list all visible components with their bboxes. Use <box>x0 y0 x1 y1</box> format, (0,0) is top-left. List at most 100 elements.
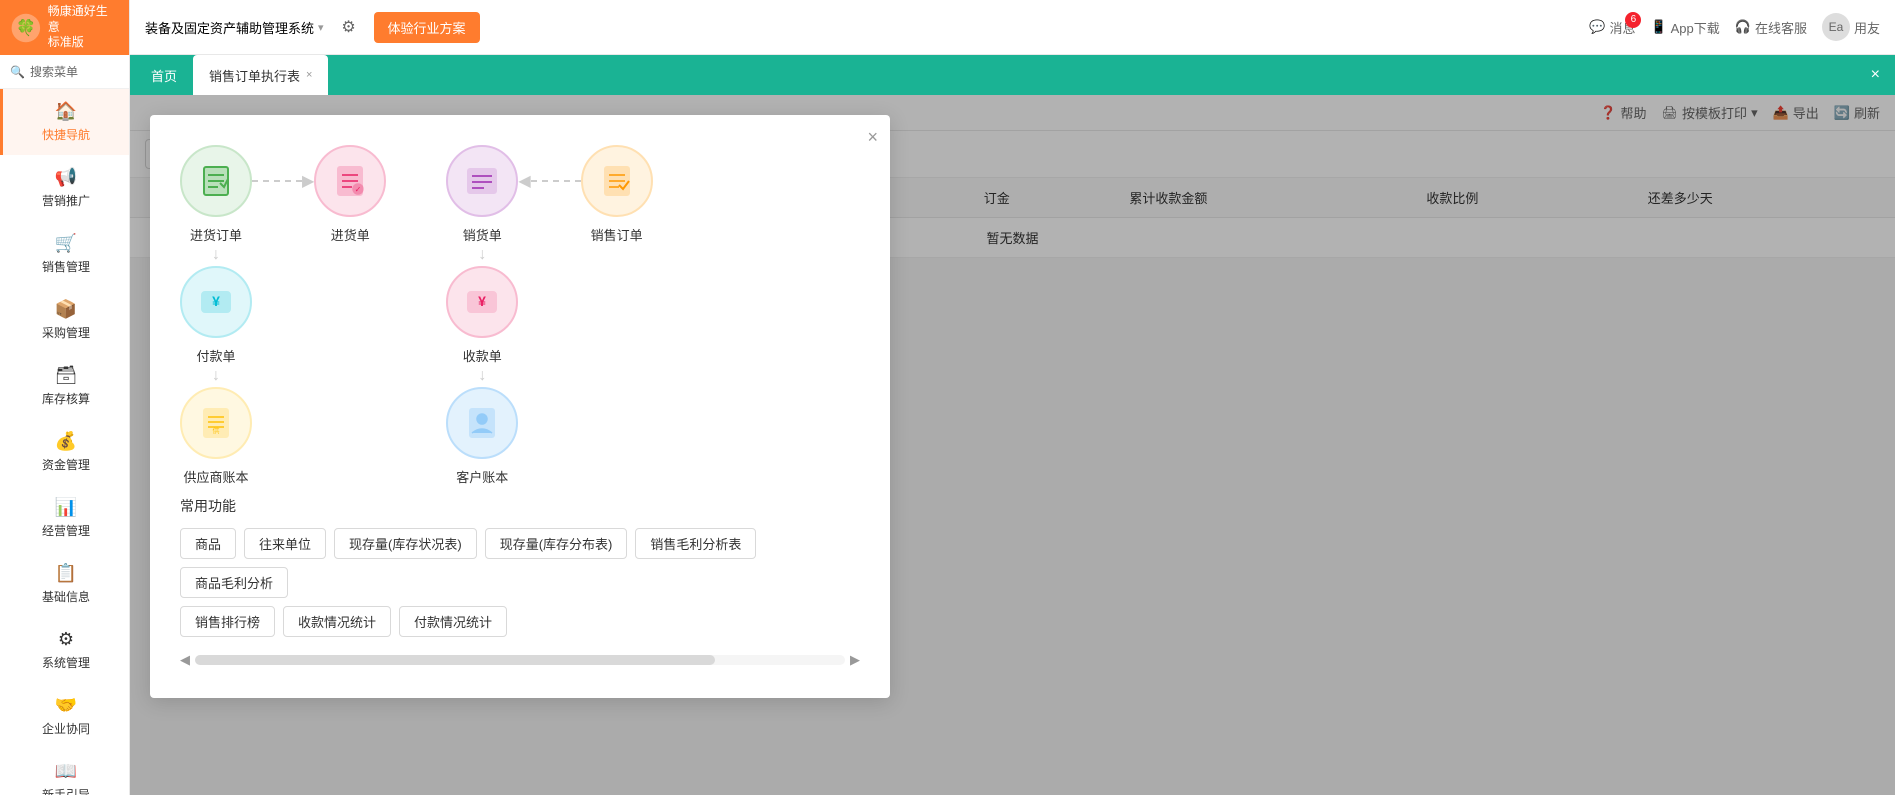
quick-nav-modal: × <box>150 115 890 698</box>
func-btn-receipt-stats[interactable]: 收款情况统计 <box>283 606 391 637</box>
arrow-down-1: ↓ <box>212 246 220 264</box>
book-icon: 📖 <box>55 761 77 782</box>
warehouse-icon: 🗃 <box>55 365 78 386</box>
flow-node-sales-bill[interactable]: 销货单 <box>446 145 518 244</box>
topbar-right: 💬 消息 6 📱 App下载 🎧 在线客服 Ea 用友 <box>1589 13 1880 41</box>
experience-btn[interactable]: 体验行业方案 <box>374 12 480 43</box>
func-btn-partner[interactable]: 往来单位 <box>244 528 326 559</box>
sidebar-item-inventory[interactable]: 🗃 库存核算 <box>0 353 129 419</box>
handshake-icon: 🤝 <box>55 695 77 716</box>
content-area: ❓ 帮助 🖨 按模板打印 ▾ 📤 导出 🔄 刷新 <box>130 95 1895 795</box>
sidebar-item-purchase[interactable]: 📦 采购管理 <box>0 287 129 353</box>
sales-order-label: 销售订单 <box>591 225 643 244</box>
func-btn-sales-margin[interactable]: 销售毛利分析表 <box>635 528 756 559</box>
gear-icon: ⚙ <box>58 629 74 650</box>
arrow-h-1: ▶ <box>252 145 314 191</box>
flow-node-receipt[interactable]: ¥ 收款单 <box>446 266 518 365</box>
sidebar-item-quick-nav[interactable]: 🏠 快捷导航 <box>0 89 129 155</box>
func-btn-product-margin[interactable]: 商品毛利分析 <box>180 567 288 598</box>
home-icon: 🏠 <box>55 101 77 122</box>
customer-icon <box>446 387 518 459</box>
svg-text:🍀: 🍀 <box>16 17 36 36</box>
logo-text: 畅康通好生意 标准版 <box>48 4 119 51</box>
dropdown-arrow-icon: ▾ <box>318 21 324 34</box>
megaphone-icon: 📢 <box>55 167 77 188</box>
money-icon: 💰 <box>55 431 77 452</box>
flow-mid-left-col: ✓ 进货单 <box>314 145 386 244</box>
search-menu[interactable]: 🔍 搜索菜单 <box>0 55 129 89</box>
common-functions: 常用功能 商品 往来单位 现存量(库存状况表) 现存量(库存分布表) 销售毛利分… <box>180 496 860 637</box>
flow-left-col: 进货订单 ↓ ¥ <box>180 145 252 486</box>
func-buttons: 商品 往来单位 现存量(库存状况表) 现存量(库存分布表) 销售毛利分析表 商品… <box>180 528 860 598</box>
sidebar: 🍀 畅康通好生意 标准版 🔍 搜索菜单 🏠 快捷导航 📢 营销推广 🛒 销售管理 <box>0 0 130 795</box>
system-title: 装备及固定资产辅助管理系统 <box>145 18 314 37</box>
purchase-bill-icon: ✓ <box>314 145 386 217</box>
flow-right-col: 销售订单 <box>581 145 653 244</box>
scrollbar-thumb[interactable] <box>195 655 715 665</box>
func-btn-sales-rank[interactable]: 销售排行榜 <box>180 606 275 637</box>
sales-bill-label: 销货单 <box>463 225 502 244</box>
chart-icon: 📊 <box>55 497 77 518</box>
sidebar-item-newbie[interactable]: 📖 新手引导 <box>0 749 129 795</box>
system-title-dropdown[interactable]: 装备及固定资产辅助管理系统 ▾ <box>145 18 324 37</box>
svg-text:¥: ¥ <box>478 293 486 309</box>
tab-home[interactable]: 首页 <box>135 55 193 95</box>
clipboard-icon: 📋 <box>55 563 77 584</box>
user-menu[interactable]: Ea 用友 <box>1822 13 1880 41</box>
sidebar-item-system[interactable]: ⚙ 系统管理 <box>0 617 129 683</box>
flow-node-sales-order[interactable]: 销售订单 <box>581 145 653 244</box>
flow-node-purchase-bill[interactable]: ✓ 进货单 <box>314 145 386 244</box>
modal-close-btn[interactable]: × <box>867 127 878 148</box>
supplier-icon: 供 <box>180 387 252 459</box>
sales-bill-icon <box>446 145 518 217</box>
modal-scrollbar-area: ◀ ▶ <box>180 652 860 668</box>
sidebar-item-enterprise[interactable]: 🤝 企业协同 <box>0 683 129 749</box>
scroll-right-icon[interactable]: ▶ <box>850 652 860 668</box>
settings-button[interactable]: ⚙ <box>334 12 364 42</box>
customer-account-label: 客户账本 <box>456 467 508 486</box>
online-service-btn[interactable]: 🎧 在线客服 <box>1735 18 1807 37</box>
sidebar-item-basic-info[interactable]: 📋 基础信息 <box>0 551 129 617</box>
scroll-left-icon[interactable]: ◀ <box>180 652 190 668</box>
arrow-down-2: ↓ <box>212 367 220 385</box>
sidebar-item-finance[interactable]: 💰 资金管理 <box>0 419 129 485</box>
receipt-label: 收款单 <box>463 346 502 365</box>
flow-node-supplier-account[interactable]: 供 供应商账本 <box>180 387 252 486</box>
tabbar-close-btn[interactable]: × <box>1861 66 1890 84</box>
payment-label: 付款单 <box>196 346 235 365</box>
func-btn-product[interactable]: 商品 <box>180 528 236 559</box>
arrow-down-4: ↓ <box>478 367 486 385</box>
sidebar-item-marketing[interactable]: 📢 营销推广 <box>0 155 129 221</box>
purchase-order-label: 进货订单 <box>190 225 242 244</box>
tab-sales-order[interactable]: 销售订单执行表 × <box>193 55 328 95</box>
flow-mid-right-col: 销货单 ↓ ¥ <box>446 145 518 486</box>
scrollbar-track[interactable] <box>195 655 845 665</box>
func-btn-stock-status[interactable]: 现存量(库存状况表) <box>334 528 477 559</box>
func-btn-stock-dist[interactable]: 现存量(库存分布表) <box>485 528 628 559</box>
message-btn[interactable]: 💬 消息 6 <box>1589 18 1635 37</box>
settings-icon: ⚙ <box>341 17 355 37</box>
tab-close-icon[interactable]: × <box>306 69 312 81</box>
app-download-btn[interactable]: 📱 App下载 <box>1650 18 1719 37</box>
receipt-icon: ¥ <box>446 266 518 338</box>
download-icon: 📱 <box>1650 19 1666 35</box>
func-btn-payment-stats[interactable]: 付款情况统计 <box>399 606 507 637</box>
flow-node-customer-account[interactable]: 客户账本 <box>446 387 518 486</box>
arrow-h-2: ◀ <box>518 145 580 191</box>
topbar: 装备及固定资产辅助管理系统 ▾ ⚙ 体验行业方案 💬 消息 6 📱 App下载 … <box>130 0 1895 55</box>
purchase-order-icon <box>180 145 252 217</box>
arrow-down-3: ↓ <box>478 246 486 264</box>
message-icon: 💬 <box>1589 19 1605 35</box>
payment-icon: ¥ <box>180 266 252 338</box>
service-icon: 🎧 <box>1735 19 1751 35</box>
common-funcs-title: 常用功能 <box>180 496 860 516</box>
search-icon: 🔍 <box>10 65 25 79</box>
svg-text:✓: ✓ <box>355 185 362 194</box>
flow-diagram: 进货订单 ↓ ¥ <box>180 145 860 486</box>
sidebar-item-operations[interactable]: 📊 经营管理 <box>0 485 129 551</box>
sales-order-icon <box>581 145 653 217</box>
flow-node-purchase-order[interactable]: 进货订单 <box>180 145 252 244</box>
sidebar-item-sales[interactable]: 🛒 销售管理 <box>0 221 129 287</box>
flow-node-payment[interactable]: ¥ 付款单 <box>180 266 252 365</box>
modal-overlay: × <box>130 95 1895 795</box>
